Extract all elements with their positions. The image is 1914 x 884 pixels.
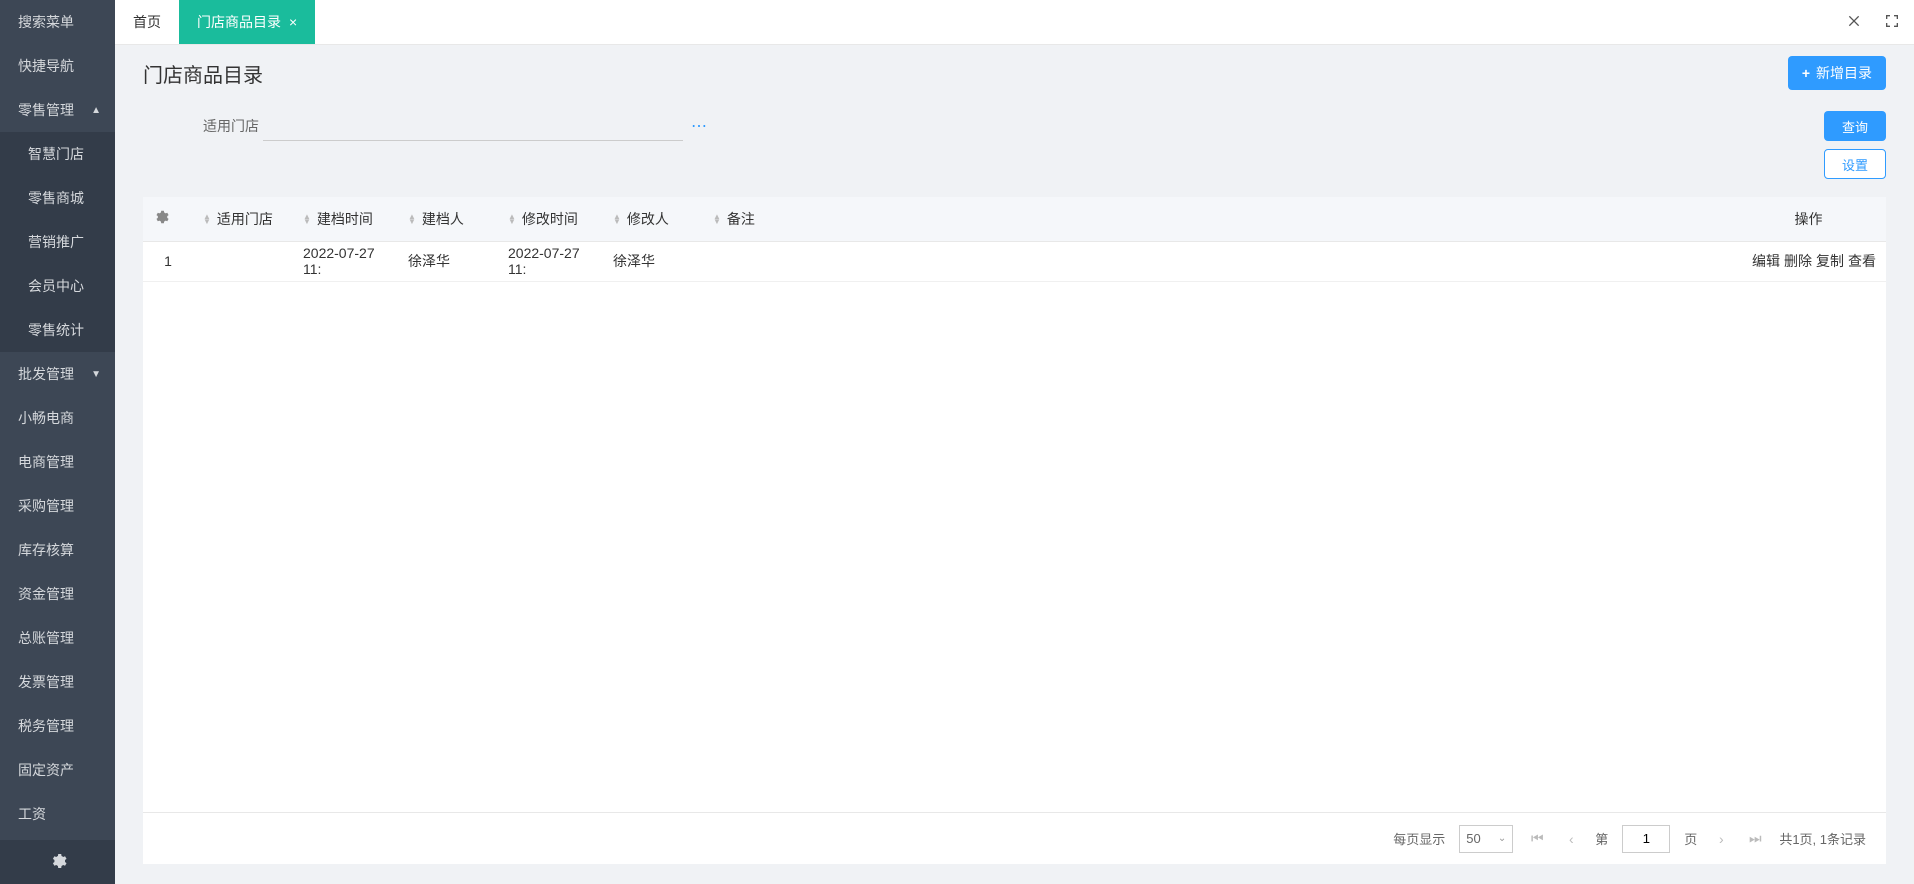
sort-icon: ▲▼ — [303, 214, 311, 224]
sidebar-item-retail-mgmt[interactable]: 零售管理▲ — [0, 88, 115, 132]
pagination: 每页显示 50 ⌄ ⏮ ‹ 第 页 › ⏭ 共1页, 1条记录 — [143, 812, 1886, 864]
sidebar-item-purchase[interactable]: 采购管理 — [0, 484, 115, 528]
sidebar-item-search-menu[interactable]: 搜索菜单 — [0, 0, 115, 44]
close-all-button[interactable] — [1840, 8, 1868, 36]
page-input[interactable] — [1622, 825, 1670, 853]
cell-create-time: 2022-07-27 11: — [293, 241, 398, 281]
th-creator[interactable]: ▲▼建档人 — [398, 197, 498, 241]
op-edit-link[interactable]: 编辑 — [1752, 251, 1780, 271]
cell-remark — [703, 241, 1731, 281]
sidebar-settings-button[interactable] — [0, 840, 115, 884]
table-panel: ▲▼适用门店 ▲▼建档时间 ▲▼建档人 ▲▼修改时间 ▲▼修改人 ▲▼备注 操作… — [143, 197, 1886, 864]
fullscreen-icon — [1884, 13, 1900, 32]
sidebar-item-marketing[interactable]: 营销推广 — [0, 220, 115, 264]
op-view-link[interactable]: 查看 — [1848, 251, 1876, 271]
filter-label-store: 适用门店 — [203, 116, 263, 136]
gear-icon — [153, 212, 169, 228]
ellipsis-icon: ⋯ — [691, 118, 708, 135]
prev-page-button[interactable]: ‹ — [1561, 831, 1581, 847]
sort-icon: ▲▼ — [713, 214, 721, 224]
op-copy-link[interactable]: 复制 — [1816, 251, 1844, 271]
cell-creator: 徐泽华 — [398, 241, 498, 281]
op-delete-link[interactable]: 删除 — [1784, 251, 1812, 271]
page-prefix: 第 — [1595, 829, 1608, 848]
per-page-select[interactable]: 50 ⌄ — [1459, 825, 1513, 853]
sidebar-item-smart-store[interactable]: 智慧门店 — [0, 132, 115, 176]
th-create-time[interactable]: ▲▼建档时间 — [293, 197, 398, 241]
chevron-down-icon: ⌄ — [1498, 833, 1506, 844]
th-operation: 操作 — [1731, 197, 1886, 241]
th-modifier[interactable]: ▲▼修改人 — [603, 197, 703, 241]
sort-icon: ▲▼ — [508, 214, 516, 224]
sidebar-item-retail-stats[interactable]: 零售统计 — [0, 308, 115, 352]
main-content: 首页 门店商品目录 × 门店商品目录 + 新增目录 — [115, 0, 1914, 884]
page-title: 门店商品目录 — [143, 59, 263, 88]
sidebar-item-funds[interactable]: 资金管理 — [0, 572, 115, 616]
column-config-button[interactable] — [143, 197, 193, 241]
page-suffix: 页 — [1684, 829, 1697, 848]
sidebar-item-member-center[interactable]: 会员中心 — [0, 264, 115, 308]
settings-button[interactable]: 设置 — [1824, 149, 1886, 179]
gear-icon — [49, 852, 67, 873]
tab-bar: 首页 门店商品目录 × — [115, 0, 1914, 45]
th-store[interactable]: ▲▼适用门店 — [193, 197, 293, 241]
cell-seq: 1 — [143, 241, 193, 281]
plus-icon: + — [1802, 65, 1810, 81]
th-remark[interactable]: ▲▼备注 — [703, 197, 1731, 241]
tab-home[interactable]: 首页 — [115, 0, 179, 44]
sidebar-item-ledger[interactable]: 总账管理 — [0, 616, 115, 660]
close-icon — [1846, 13, 1862, 32]
lookup-button[interactable]: ⋯ — [691, 116, 708, 136]
sidebar-item-salary[interactable]: 工资 — [0, 792, 115, 836]
sort-icon: ▲▼ — [203, 214, 211, 224]
close-icon[interactable]: × — [289, 15, 297, 29]
triangle-down-icon: ▼ — [91, 369, 101, 380]
sidebar-item-inventory[interactable]: 库存核算 — [0, 528, 115, 572]
sidebar-item-wholesale[interactable]: 批发管理▼ — [0, 352, 115, 396]
sidebar-item-tax[interactable]: 税务管理 — [0, 704, 115, 748]
sidebar-item-ecommerce[interactable]: 电商管理 — [0, 440, 115, 484]
sort-icon: ▲▼ — [408, 214, 416, 224]
fullscreen-button[interactable] — [1878, 8, 1906, 36]
cell-modify-time: 2022-07-27 11: — [498, 241, 603, 281]
sidebar-item-xiaochang[interactable]: 小畅电商 — [0, 396, 115, 440]
filter-input-store[interactable] — [263, 111, 683, 141]
catalog-table: ▲▼适用门店 ▲▼建档时间 ▲▼建档人 ▲▼修改时间 ▲▼修改人 ▲▼备注 操作… — [143, 197, 1886, 282]
search-button[interactable]: 查询 — [1824, 111, 1886, 141]
sidebar-item-retail-mall[interactable]: 零售商城 — [0, 176, 115, 220]
page-header: 门店商品目录 + 新增目录 — [115, 45, 1914, 101]
tab-store-catalog[interactable]: 门店商品目录 × — [179, 0, 315, 44]
sidebar-item-invoice[interactable]: 发票管理 — [0, 660, 115, 704]
sort-icon: ▲▼ — [613, 214, 621, 224]
cell-store — [193, 241, 293, 281]
triangle-up-icon: ▲ — [91, 105, 101, 116]
next-page-button[interactable]: › — [1711, 831, 1731, 847]
cell-operations: 编辑 删除 复制 查看 — [1731, 241, 1886, 281]
per-page-label: 每页显示 — [1393, 829, 1445, 848]
page-summary: 共1页, 1条记录 — [1779, 829, 1866, 848]
th-modify-time[interactable]: ▲▼修改时间 — [498, 197, 603, 241]
table-row[interactable]: 1 2022-07-27 11: 徐泽华 2022-07-27 11: 徐泽华 … — [143, 241, 1886, 281]
cell-modifier: 徐泽华 — [603, 241, 703, 281]
sidebar-item-quick-nav[interactable]: 快捷导航 — [0, 44, 115, 88]
add-catalog-button[interactable]: + 新增目录 — [1788, 56, 1886, 90]
last-page-button[interactable]: ⏭ — [1745, 830, 1765, 847]
sidebar-item-fixed-assets[interactable]: 固定资产 — [0, 748, 115, 792]
first-page-button[interactable]: ⏮ — [1527, 830, 1547, 847]
sidebar: 搜索菜单 快捷导航 零售管理▲ 智慧门店 零售商城 营销推广 会员中心 零售统计… — [0, 0, 115, 884]
filter-bar: 适用门店 ⋯ 查询 设置 — [115, 101, 1914, 197]
